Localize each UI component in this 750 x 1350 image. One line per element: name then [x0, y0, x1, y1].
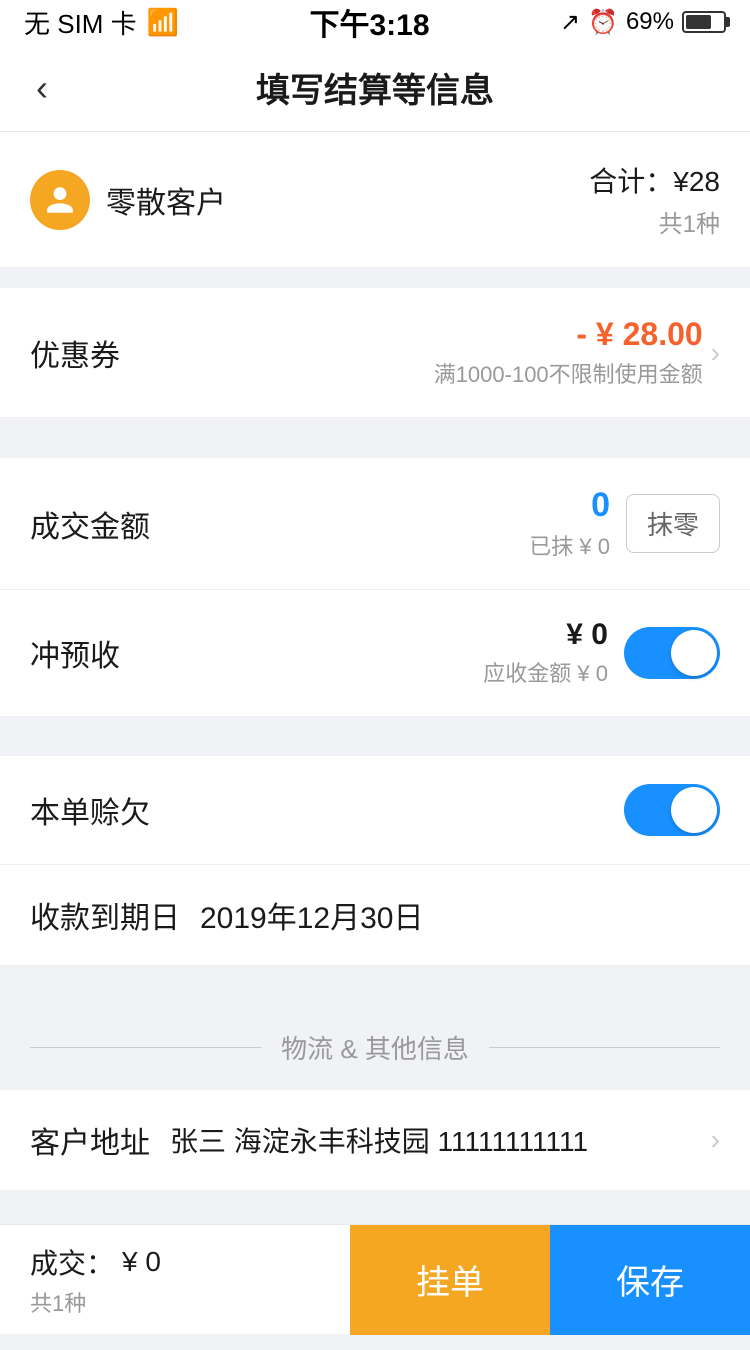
precharge-toggle[interactable]	[624, 627, 720, 679]
customer-row: 零散客户 合计：¥28 共1种	[0, 132, 750, 268]
precharge-amount: ¥ 0	[483, 618, 608, 652]
precharge-amount-area: ¥ 0 应收金额 ¥ 0	[483, 618, 608, 688]
round-zero-button[interactable]: 抹零	[626, 494, 720, 553]
debt-row: 本单赊欠	[0, 756, 750, 864]
transaction-amount-area: 0 已抹 ¥ 0	[529, 486, 610, 561]
customer-left: 零散客户	[30, 170, 226, 230]
divider-2	[0, 418, 750, 438]
coupon-right: - ¥ 28.00 满1000-100不限制使用金额 ›	[434, 316, 720, 389]
page-title: 填写结算等信息	[256, 63, 494, 112]
battery-percent: 69%	[626, 8, 674, 36]
address-label: 客户地址	[30, 1118, 150, 1162]
logistics-line-left	[30, 1047, 261, 1048]
customer-count: 共1种	[589, 204, 720, 239]
transaction-row: 成交金额 0 已抹 ¥ 0 抹零	[0, 458, 750, 590]
back-button[interactable]: ‹	[28, 59, 56, 117]
transaction-right: 0 已抹 ¥ 0 抹零	[529, 486, 720, 561]
transaction-sub: 已抹 ¥ 0	[529, 529, 610, 561]
wifi-icon: 📶	[147, 7, 179, 38]
coupon-desc: 满1000-100不限制使用金额	[434, 357, 703, 389]
bottom-count: 共1种	[30, 1286, 320, 1318]
customer-total: 合计：¥28	[589, 160, 720, 200]
logistics-section: 物流 & 其他信息	[0, 1005, 750, 1090]
customer-name: 零散客户	[106, 178, 226, 222]
deal-amount: ¥ 0	[122, 1246, 161, 1278]
save-button[interactable]: 保存	[550, 1225, 750, 1335]
transaction-section: 成交金额 0 已抹 ¥ 0 抹零 冲预收 ¥ 0 应收金额 ¥ 0	[0, 458, 750, 716]
debt-label: 本单赊欠	[30, 788, 150, 832]
avatar	[30, 170, 90, 230]
content: 零散客户 合计：¥28 共1种 优惠券 - ¥ 28.00 满1000-100不…	[0, 132, 750, 1350]
bottom-info: 成交： ¥ 0 共1种	[0, 1242, 350, 1318]
debt-section: 本单赊欠 收款到期日 2019年12月30日	[0, 756, 750, 965]
debt-toggle-knob	[671, 787, 717, 833]
customer-right: 合计：¥28 共1种	[589, 160, 720, 239]
debt-toggle[interactable]	[624, 784, 720, 836]
pending-button[interactable]: 挂单	[350, 1225, 550, 1335]
logistics-line-right	[489, 1047, 720, 1048]
deal-label: 成交：	[30, 1242, 114, 1282]
address-chevron-icon: ›	[711, 1124, 720, 1156]
toggle-knob	[671, 630, 717, 676]
duedate-row: 收款到期日 2019年12月30日	[0, 864, 750, 965]
coupon-row[interactable]: 优惠券 - ¥ 28.00 满1000-100不限制使用金额 ›	[0, 288, 750, 418]
logistics-header: 物流 & 其他信息	[0, 1005, 750, 1090]
divider-3	[0, 716, 750, 736]
status-time: 下午3:18	[309, 0, 429, 44]
address-row[interactable]: 客户地址 张三 海淀永丰科技园 11111111111 ›	[0, 1090, 750, 1190]
precharge-sub: 应收金额 ¥ 0	[483, 656, 608, 688]
alarm-icon: ⏰	[588, 8, 618, 37]
chevron-right-icon: ›	[711, 337, 720, 369]
status-bar: 无 SIM 卡 📶 下午3:18 ↗ ⏰ 69%	[0, 0, 750, 44]
address-value: 张三 海淀永丰科技园 11111111111	[170, 1120, 711, 1160]
status-right: ↗ ⏰ 69%	[560, 8, 726, 37]
duedate-value: 2019年12月30日	[200, 893, 423, 937]
location-icon: ↗	[560, 8, 580, 37]
coupon-label: 优惠券	[30, 331, 120, 375]
status-left: 无 SIM 卡 📶	[24, 4, 179, 41]
sim-status: 无 SIM 卡	[24, 4, 137, 41]
transaction-amount: 0	[529, 486, 610, 525]
divider-4	[0, 965, 750, 985]
bottom-deal: 成交： ¥ 0	[30, 1242, 320, 1282]
duedate-label: 收款到期日	[30, 893, 180, 937]
transaction-label: 成交金额	[30, 502, 150, 546]
coupon-value: - ¥ 28.00 满1000-100不限制使用金额	[434, 316, 703, 389]
precharge-row: 冲预收 ¥ 0 应收金额 ¥ 0	[0, 590, 750, 716]
divider-1	[0, 268, 750, 288]
nav-bar: ‹ 填写结算等信息	[0, 44, 750, 132]
bottom-bar: 成交： ¥ 0 共1种 挂单 保存	[0, 1224, 750, 1334]
precharge-label: 冲预收	[30, 631, 120, 675]
coupon-amount: - ¥ 28.00	[434, 316, 703, 353]
logistics-title: 物流 & 其他信息	[281, 1029, 469, 1066]
precharge-right: ¥ 0 应收金额 ¥ 0	[483, 618, 720, 688]
battery-icon	[682, 11, 726, 33]
